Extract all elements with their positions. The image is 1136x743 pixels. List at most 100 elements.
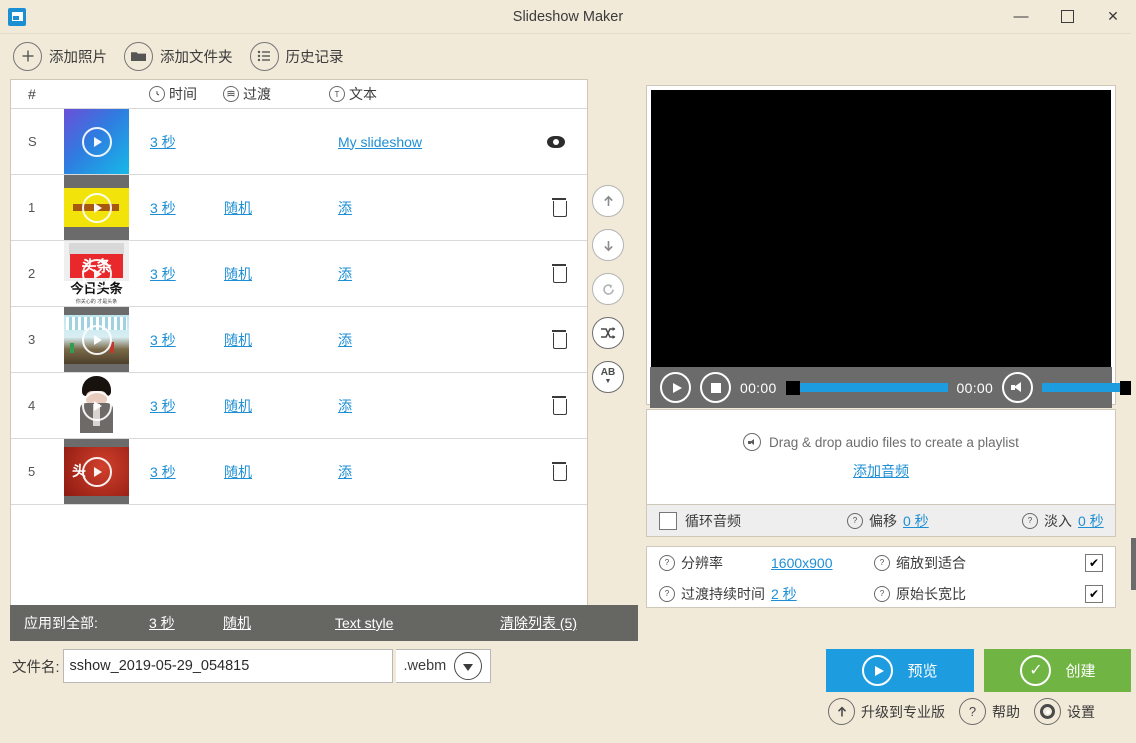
thumbnail-image — [64, 307, 129, 372]
help-icon[interactable]: ? — [659, 555, 675, 571]
row-delete-button[interactable] — [551, 462, 567, 481]
row-thumbnail[interactable] — [64, 109, 129, 174]
trash-icon — [551, 264, 567, 283]
row-duration-link[interactable]: 3 秒 — [150, 462, 176, 482]
table-row[interactable]: 2 头条 今日头条 你关心的 才是头条 3 秒 随机 添 — [11, 241, 587, 307]
row-transition-link[interactable]: 随机 — [224, 330, 252, 350]
row-duration-link[interactable]: 3 秒 — [150, 264, 176, 284]
filename-input[interactable]: sshow_2019-05-29_054815 — [63, 649, 393, 683]
create-button[interactable]: ✓ 创建 — [984, 649, 1132, 692]
row-text-link[interactable]: 添 — [338, 396, 352, 416]
audio-fadein-group: ? 淡入 0 秒 — [1022, 511, 1104, 531]
move-down-button[interactable] — [592, 229, 624, 261]
thumbnail-image: 头条 今日头条 你关心的 才是头条 — [64, 241, 129, 306]
play-overlay-icon — [82, 259, 112, 289]
table-row[interactable]: 4 3 秒 随机 添 — [11, 373, 587, 439]
upgrade-pro-button[interactable]: 升级到专业版 — [828, 698, 945, 725]
row-thumbnail[interactable] — [64, 307, 129, 372]
chevron-down-icon[interactable] — [454, 652, 482, 680]
seek-handle[interactable] — [786, 381, 800, 395]
row-thumbnail[interactable] — [64, 175, 129, 240]
row-thumbnail[interactable]: 头条 今日头条 你关心的 才是头条 — [64, 241, 129, 306]
row-index: 4 — [28, 398, 52, 413]
volume-track — [1042, 383, 1120, 392]
help-icon[interactable]: ? — [1022, 513, 1038, 529]
trash-icon — [551, 396, 567, 415]
audio-drop-hint-label: Drag & drop audio files to create a play… — [769, 435, 1019, 450]
help-icon[interactable]: ? — [874, 555, 890, 571]
video-screen[interactable] — [651, 90, 1111, 378]
sort-ab-button[interactable]: AB ▼ — [592, 361, 624, 393]
audio-fadein-value[interactable]: 0 秒 — [1078, 511, 1104, 531]
volume-slider[interactable] — [1042, 381, 1134, 395]
column-header-text-label: 文本 — [349, 84, 377, 104]
audio-playlist-panel[interactable]: Drag & drop audio files to create a play… — [646, 409, 1116, 505]
rotate-button[interactable] — [592, 273, 624, 305]
audio-offset-value[interactable]: 0 秒 — [903, 511, 929, 531]
row-delete-button[interactable] — [551, 264, 567, 283]
row-delete-button[interactable] — [551, 396, 567, 415]
table-row[interactable]: 3 3 秒 随机 添 — [11, 307, 587, 373]
row-duration-link[interactable]: 3 秒 — [150, 198, 176, 218]
add-audio-link[interactable]: 添加音频 — [853, 461, 909, 481]
row-delete-button[interactable] — [551, 198, 567, 217]
resolution-group: ? 分辨率 — [659, 553, 723, 573]
close-button[interactable]: ✕ — [1090, 0, 1136, 33]
play-button[interactable] — [660, 372, 691, 403]
gear-icon — [1034, 698, 1061, 725]
row-duration-link[interactable]: 3 秒 — [150, 330, 176, 350]
shuffle-button[interactable] — [592, 317, 624, 349]
minimize-icon: — — [1014, 15, 1029, 19]
right-pane: 00:00 00:00 Drag & drop audio files to c… — [638, 78, 1136, 638]
row-duration-link[interactable]: 3 秒 — [150, 132, 176, 152]
zoom-to-fit-checkbox[interactable]: ✔ — [1085, 554, 1103, 572]
row-text-link[interactable]: 添 — [338, 264, 352, 284]
add-folder-button[interactable]: 添加文件夹 — [121, 39, 241, 74]
scrollbar-thumb[interactable] — [1131, 538, 1136, 590]
row-duration-link[interactable]: 3 秒 — [150, 396, 176, 416]
row-visibility-button[interactable] — [545, 135, 567, 149]
help-button[interactable]: ? 帮助 — [959, 698, 1020, 725]
row-text-link[interactable]: My slideshow — [338, 134, 422, 150]
row-transition-link[interactable]: 随机 — [224, 198, 252, 218]
move-up-button[interactable] — [592, 185, 624, 217]
row-text-link[interactable]: 添 — [338, 330, 352, 350]
play-icon — [862, 655, 893, 686]
window-scrollbar[interactable] — [1131, 33, 1136, 743]
volume-button[interactable] — [1002, 372, 1033, 403]
help-icon: ? — [959, 698, 986, 725]
maximize-button[interactable] — [1044, 0, 1090, 33]
total-time: 00:00 — [957, 380, 994, 396]
row-text-link[interactable]: 添 — [338, 462, 352, 482]
loop-audio-checkbox[interactable] — [659, 512, 677, 530]
minimize-button[interactable]: — — [998, 0, 1044, 33]
speaker-icon — [743, 433, 761, 451]
resolution-value-link[interactable]: 1600x900 — [771, 555, 833, 571]
resolution-label: 分辨率 — [681, 553, 723, 573]
help-icon[interactable]: ? — [847, 513, 863, 529]
add-photos-label: 添加照片 — [49, 46, 107, 67]
preview-button[interactable]: 预览 — [826, 649, 974, 692]
history-button[interactable]: 历史记录 — [247, 39, 352, 74]
row-thumbnail[interactable] — [64, 373, 129, 438]
seek-slider[interactable] — [786, 381, 948, 395]
help-label: 帮助 — [992, 702, 1020, 722]
row-text-link[interactable]: 添 — [338, 198, 352, 218]
table-row[interactable]: 5 头 3 秒 随机 添 — [11, 439, 587, 505]
audio-fadein-label: 淡入 — [1044, 511, 1072, 531]
row-transition-link[interactable]: 随机 — [224, 396, 252, 416]
table-row[interactable]: S 3 秒 My slideshow — [11, 109, 587, 175]
extension-label: .webm — [404, 658, 447, 674]
audio-offset-label: 偏移 — [869, 511, 897, 531]
row-delete-button[interactable] — [551, 330, 567, 349]
extension-selector[interactable]: .webm — [396, 649, 492, 683]
settings-button[interactable]: 设置 — [1034, 698, 1095, 725]
thumbnail-image — [64, 175, 129, 240]
table-row[interactable]: 1 3 秒 随机 添 — [11, 175, 587, 241]
add-folder-label: 添加文件夹 — [160, 46, 233, 67]
stop-button[interactable] — [700, 372, 731, 403]
row-transition-link[interactable]: 随机 — [224, 462, 252, 482]
row-thumbnail[interactable]: 头 — [64, 439, 129, 504]
row-transition-link[interactable]: 随机 — [224, 264, 252, 284]
add-photos-button[interactable]: 添加照片 — [10, 39, 115, 74]
